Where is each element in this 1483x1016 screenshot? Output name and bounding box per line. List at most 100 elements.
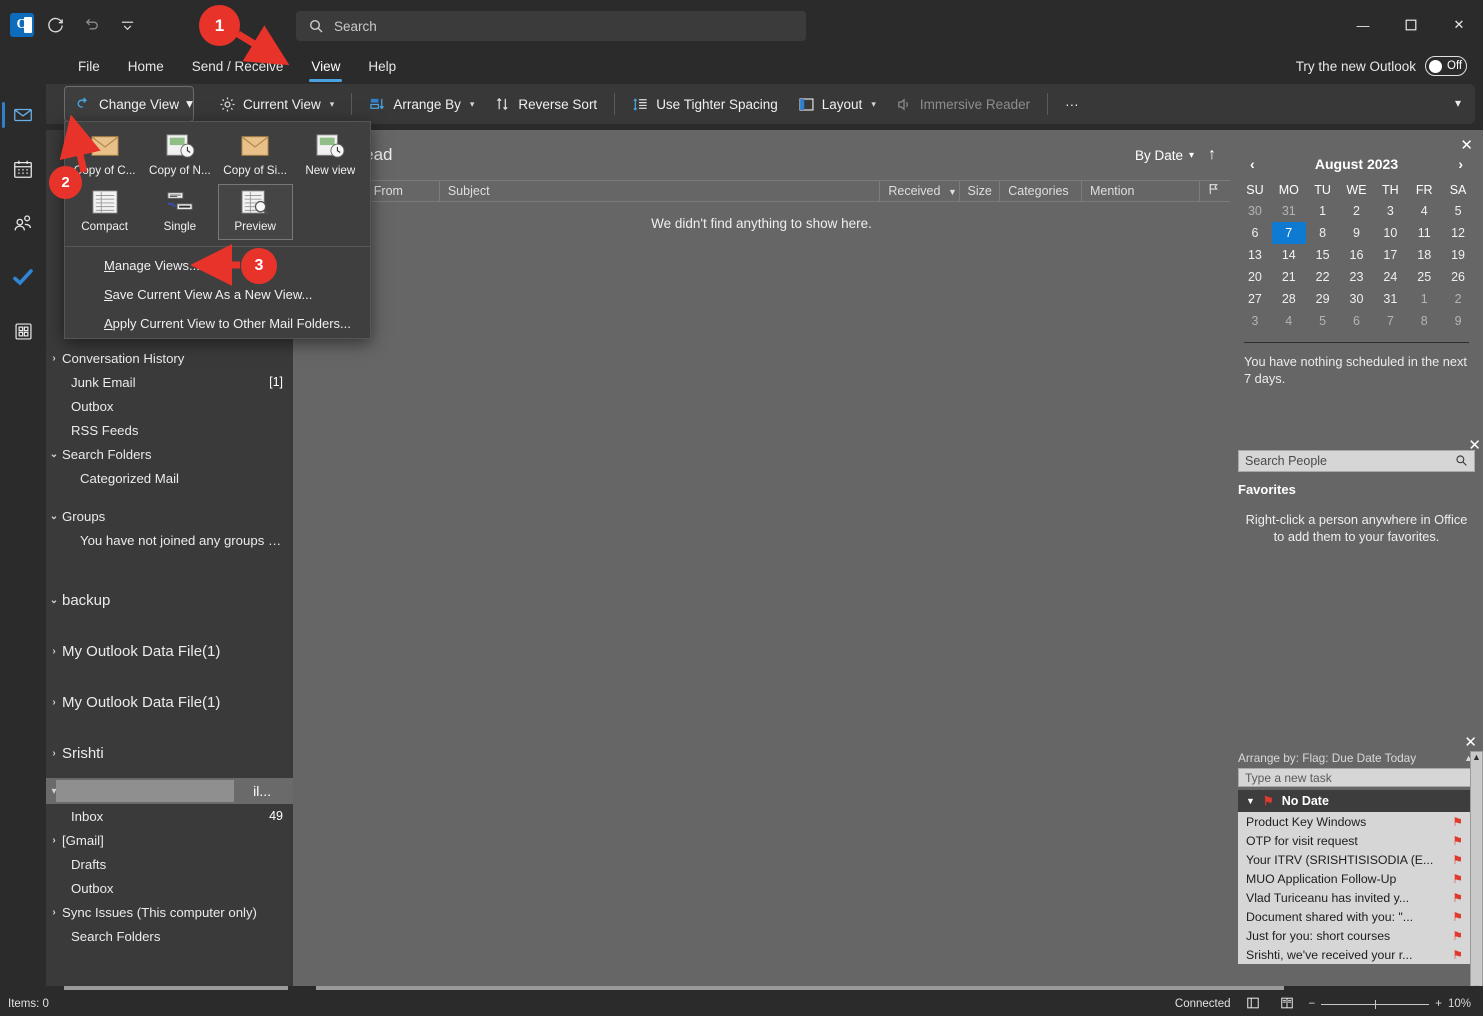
ribbon-arrange-by[interactable]: Arrange By ▾: [360, 90, 483, 119]
zoom-slider[interactable]: − + 10%: [1309, 998, 1471, 1010]
selected-account-row[interactable]: ▾ il...: [46, 778, 293, 804]
reading-view-icon[interactable]: [1275, 996, 1299, 1013]
calendar-day[interactable]: 12: [1441, 222, 1475, 244]
calendar-day[interactable]: 8: [1306, 222, 1340, 244]
calendar-day[interactable]: 13: [1238, 244, 1272, 266]
task-row[interactable]: MUO Application Follow-Up⚑: [1238, 869, 1471, 888]
maximize-button[interactable]: [1387, 3, 1435, 47]
task-row[interactable]: Srishti, we've received your r...⚑: [1238, 945, 1471, 964]
task-row[interactable]: Just for you: short courses⚑: [1238, 926, 1471, 945]
chevron-right-icon[interactable]: ›: [46, 748, 62, 759]
calendar-day[interactable]: 29: [1306, 288, 1340, 310]
zoom-thumb[interactable]: [1375, 1000, 1376, 1009]
col-subject[interactable]: Subject: [440, 180, 881, 202]
calendar-day[interactable]: 5: [1306, 310, 1340, 332]
scroll-up-icon[interactable]: ▲: [1472, 752, 1481, 762]
calendar-day[interactable]: 2: [1441, 288, 1475, 310]
folder-row[interactable]: Junk Email[1]: [46, 370, 293, 394]
calendar-day[interactable]: 14: [1272, 244, 1306, 266]
flag-icon[interactable]: ⚑: [1452, 872, 1463, 886]
task-group-header[interactable]: ▼ ⚑ No Date: [1238, 790, 1471, 812]
col-mention[interactable]: Mention: [1082, 180, 1200, 202]
folder-row[interactable]: Drafts: [46, 852, 293, 876]
folder-row[interactable]: ⌄backup: [46, 583, 293, 617]
calendar-day[interactable]: 26: [1441, 266, 1475, 288]
flag-icon[interactable]: ⚑: [1452, 948, 1463, 962]
col-received[interactable]: Received ▼: [880, 180, 959, 202]
calendar-day[interactable]: 21: [1272, 266, 1306, 288]
calendar-day-today[interactable]: 7: [1272, 222, 1306, 244]
folder-row[interactable]: RSS Feeds: [46, 418, 293, 442]
calendar-day[interactable]: 10: [1373, 222, 1407, 244]
calendar-day[interactable]: 24: [1373, 266, 1407, 288]
calendar-day[interactable]: 15: [1306, 244, 1340, 266]
send-receive-icon[interactable]: [40, 10, 70, 40]
chevron-down-icon[interactable]: ⌄: [46, 595, 62, 606]
calendar-day[interactable]: 8: [1407, 310, 1441, 332]
calendar-day[interactable]: 9: [1340, 222, 1374, 244]
calendar-day[interactable]: 17: [1373, 244, 1407, 266]
folder-row[interactable]: Categorized Mail: [46, 466, 293, 490]
calendar-day[interactable]: 30: [1238, 200, 1272, 222]
folder-pane-splitter[interactable]: [64, 986, 288, 990]
new-task-input[interactable]: Type a new task: [1238, 768, 1471, 787]
rail-item-calendar[interactable]: [3, 152, 43, 186]
zoom-out-button[interactable]: −: [1309, 998, 1316, 1010]
rail-item-people[interactable]: [3, 206, 43, 240]
calendar-next-month-button[interactable]: ›: [1452, 156, 1469, 172]
folder-row[interactable]: You have not joined any groups yet: [46, 528, 293, 552]
folder-row[interactable]: Search Folders: [46, 924, 293, 948]
close-people-peek-icon[interactable]: ✕: [1468, 436, 1481, 454]
change-view-button[interactable]: Change View ▾: [64, 86, 194, 122]
view-gallery-item[interactable]: Copy of N...: [142, 128, 217, 184]
folder-row[interactable]: Outbox: [46, 876, 293, 900]
chevron-down-icon[interactable]: ⌄: [46, 449, 62, 460]
folder-row[interactable]: ⌄Groups: [46, 504, 293, 528]
folder-row[interactable]: ›My Outlook Data File(1): [46, 634, 293, 668]
calendar-day[interactable]: 18: [1407, 244, 1441, 266]
calendar-day[interactable]: 1: [1407, 288, 1441, 310]
flag-icon[interactable]: ⚑: [1452, 929, 1463, 943]
ribbon-collapse-chevron-icon[interactable]: ▾: [1455, 96, 1461, 110]
ribbon-use-tighter-spacing[interactable]: Use Tighter Spacing: [623, 90, 787, 119]
calendar-prev-month-button[interactable]: ‹: [1244, 156, 1261, 172]
close-calendar-peek-icon[interactable]: ✕: [1460, 136, 1473, 154]
calendar-day[interactable]: 6: [1340, 310, 1374, 332]
chevron-right-icon[interactable]: ›: [46, 907, 62, 918]
calendar-day[interactable]: 31: [1373, 288, 1407, 310]
calendar-day[interactable]: 22: [1306, 266, 1340, 288]
normal-view-icon[interactable]: [1241, 996, 1265, 1013]
zoom-track[interactable]: [1321, 1004, 1429, 1005]
flag-icon[interactable]: ⚑: [1452, 853, 1463, 867]
view-gallery-item[interactable]: Copy of Si...: [218, 128, 293, 184]
folder-row[interactable]: ›Conversation History: [46, 346, 293, 370]
customize-qat-icon[interactable]: [112, 10, 142, 40]
close-button[interactable]: ✕: [1435, 3, 1483, 47]
ribbon-current-view[interactable]: Current View ▾: [210, 90, 343, 119]
search-box[interactable]: Search: [296, 11, 806, 41]
col-flag[interactable]: [1200, 180, 1230, 202]
calendar-day[interactable]: 27: [1238, 288, 1272, 310]
tab-home[interactable]: Home: [116, 55, 176, 78]
message-pane-splitter[interactable]: [316, 986, 1284, 990]
calendar-day[interactable]: 30: [1340, 288, 1374, 310]
calendar-day[interactable]: 4: [1407, 200, 1441, 222]
rail-item-more-apps[interactable]: [3, 314, 43, 348]
calendar-day[interactable]: 9: [1441, 310, 1475, 332]
save-current-view-menu-item[interactable]: Save Current View As a New View...: [65, 280, 370, 309]
flag-icon[interactable]: ⚑: [1452, 891, 1463, 905]
manage-views-menu-item[interactable]: Manage Views...: [65, 251, 370, 280]
calendar-day[interactable]: 1: [1306, 200, 1340, 222]
calendar-day[interactable]: 20: [1238, 266, 1272, 288]
calendar-day[interactable]: 28: [1272, 288, 1306, 310]
calendar-day[interactable]: 6: [1238, 222, 1272, 244]
col-from[interactable]: From: [366, 180, 440, 202]
calendar-day[interactable]: 5: [1441, 200, 1475, 222]
folder-row[interactable]: ›My Outlook Data File(1): [46, 685, 293, 719]
calendar-day[interactable]: 3: [1238, 310, 1272, 332]
tab-help[interactable]: Help: [356, 55, 408, 78]
folder-row[interactable]: Inbox49: [46, 804, 293, 828]
flag-icon[interactable]: ⚑: [1452, 910, 1463, 924]
task-row[interactable]: OTP for visit request⚑: [1238, 831, 1471, 850]
minimize-button[interactable]: —: [1339, 3, 1387, 47]
